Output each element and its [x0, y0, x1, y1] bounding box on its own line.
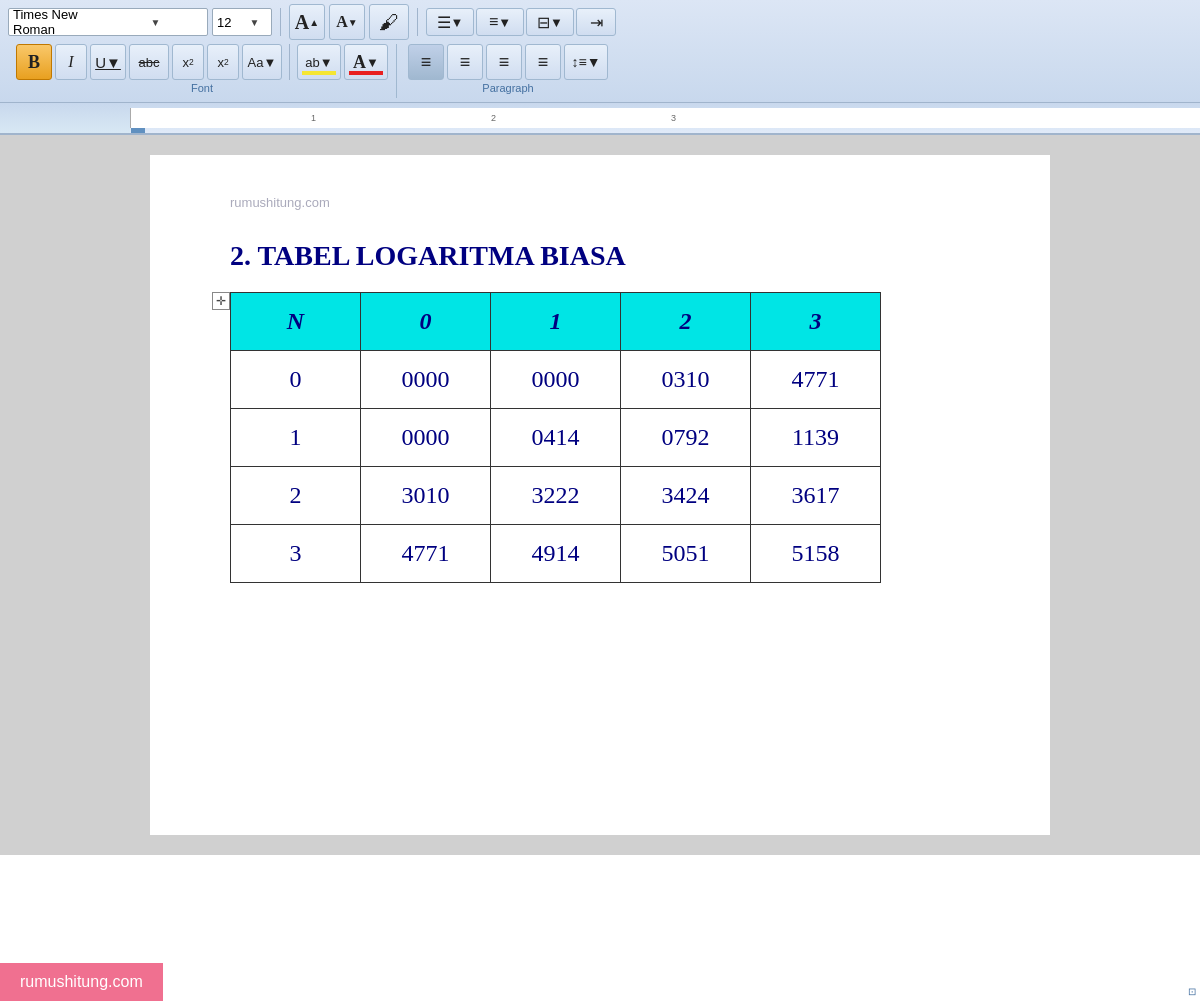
bold-button[interactable]: B [16, 44, 52, 80]
case-button[interactable]: Aa▼ [242, 44, 282, 80]
numbered-list-button[interactable]: ≡▼ [476, 8, 524, 36]
shrink-font-button[interactable]: A▼ [329, 4, 365, 40]
list-buttons: ☰▼ ≡▼ ⊟▼ ⇥ [426, 8, 616, 36]
ruler-body: 1 2 3 [130, 108, 1200, 128]
indent-right-button[interactable]: ⇥ [576, 8, 616, 36]
table-cell-r0-c2: 0000 [491, 351, 621, 409]
ruler-left-margin [0, 103, 130, 133]
table-cell-r2-c3: 3424 [621, 467, 751, 525]
table-cell-r0-c3: 0310 [621, 351, 751, 409]
strikethrough-icon: abc [139, 55, 160, 70]
case-icon: Aa [248, 55, 264, 70]
strikethrough-button[interactable]: abc [129, 44, 169, 80]
table-move-handle[interactable]: ✛ [212, 292, 230, 310]
document-title: 2. TABEL LOGARITMA BIASA [230, 240, 970, 272]
align-center-button[interactable]: ≡ [447, 44, 483, 80]
highlight-button[interactable]: ab ▼ [297, 44, 341, 80]
table-header-n: N [231, 293, 361, 351]
font-size-value: 12 [217, 15, 242, 30]
bold-icon: B [28, 52, 40, 73]
table-row: 00000000003104771 [231, 351, 881, 409]
font-section: B I U▼ abc x2 x2 Aa▼ [8, 44, 397, 98]
grow-font-icon: A [295, 11, 309, 34]
table-cell-r0-c1: 0000 [361, 351, 491, 409]
table-header-row: N 0 1 2 3 [231, 293, 881, 351]
table-cell-r1-c1: 0000 [361, 409, 491, 467]
align-right-icon: ≡ [499, 52, 510, 73]
table-cell-r3-c4: 5158 [751, 525, 881, 583]
table-cell-r3-c1: 4771 [361, 525, 491, 583]
table-cell-r2-c4: 3617 [751, 467, 881, 525]
sep-inner [289, 44, 290, 80]
paragraph-section: ≡ ≡ ≡ ≡ ↕≡▼ Paragraph [400, 44, 616, 98]
watermark-top: rumushitung.com [230, 195, 970, 210]
table-cell-r1-c3: 0792 [621, 409, 751, 467]
underline-button[interactable]: U▼ [90, 44, 126, 80]
table-row: 10000041407921139 [231, 409, 881, 467]
table-cell-r2-c0: 2 [231, 467, 361, 525]
line-spacing-button[interactable]: ↕≡▼ [564, 44, 608, 80]
align-center-icon: ≡ [460, 52, 471, 73]
underline-icon: U [95, 54, 106, 71]
table-header-3: 3 [751, 293, 881, 351]
font-name-select[interactable]: Times New Roman ▼ [8, 8, 208, 36]
multilevel-list-button[interactable]: ⊟▼ [526, 8, 574, 36]
table-header-0: 0 [361, 293, 491, 351]
table-container: ✛ N 0 1 2 3 0000000000310477110000041407… [230, 292, 881, 583]
table-cell-r1-c4: 1139 [751, 409, 881, 467]
logarithm-table: N 0 1 2 3 000000000031047711000004140792… [230, 292, 881, 583]
highlight-icon: ab [305, 55, 319, 70]
bullet-list-button[interactable]: ☰▼ [426, 8, 474, 36]
subscript-button[interactable]: x2 [172, 44, 204, 80]
align-left-button[interactable]: ≡ [408, 44, 444, 80]
paragraph-section-label: Paragraph [408, 80, 608, 98]
doc-page: rumushitung.com 2. TABEL LOGARITMA BIASA… [150, 155, 1050, 835]
ruler-mark-1: 1 [311, 113, 316, 123]
numbered-list-icon: ≡ [489, 13, 498, 31]
font-section-label: Font [16, 80, 388, 98]
font-size-select[interactable]: 12 ▼ [212, 8, 272, 36]
align-left-icon: ≡ [421, 52, 432, 73]
font-color-icon: A [353, 52, 366, 73]
ruler: 1 2 3 [0, 103, 1200, 135]
justify-button[interactable]: ≡ [525, 44, 561, 80]
separator-1 [280, 8, 281, 36]
bullet-list-icon: ☰ [437, 13, 451, 32]
multilevel-list-icon: ⊟ [537, 13, 550, 32]
ruler-mark-3: 3 [671, 113, 676, 123]
font-name-dropdown-arrow: ▼ [108, 11, 203, 33]
table-cell-r1-c2: 0414 [491, 409, 621, 467]
ruler-mark-2: 2 [491, 113, 496, 123]
italic-button[interactable]: I [55, 44, 87, 80]
clear-format-button[interactable]: 🖌 [369, 4, 409, 40]
justify-icon: ≡ [538, 52, 549, 73]
separator-2 [417, 8, 418, 36]
italic-icon: I [68, 53, 73, 71]
indent-right-icon: ⇥ [590, 13, 603, 32]
clear-format-icon: 🖌 [379, 11, 399, 34]
table-cell-r3-c2: 4914 [491, 525, 621, 583]
table-row: 23010322234243617 [231, 467, 881, 525]
table-cell-r3-c0: 3 [231, 525, 361, 583]
font-color-button[interactable]: A ▼ [344, 44, 388, 80]
table-cell-r0-c4: 4771 [751, 351, 881, 409]
grow-font-button[interactable]: A▲ [289, 4, 325, 40]
align-right-button[interactable]: ≡ [486, 44, 522, 80]
table-header-1: 1 [491, 293, 621, 351]
table-cell-r1-c0: 1 [231, 409, 361, 467]
shrink-font-icon: A [336, 13, 348, 31]
table-row: 34771491450515158 [231, 525, 881, 583]
table-cell-r2-c2: 3222 [491, 467, 621, 525]
font-size-dropdown-arrow: ▼ [242, 11, 267, 33]
toolbar: Times New Roman ▼ 12 ▼ A▲ A▼ 🖌 ☰▼ ≡▼ [0, 0, 1200, 103]
line-spacing-icon: ↕≡ [571, 54, 586, 70]
document-area: rumushitung.com 2. TABEL LOGARITMA BIASA… [0, 135, 1200, 855]
table-cell-r2-c1: 3010 [361, 467, 491, 525]
table-cell-r0-c0: 0 [231, 351, 361, 409]
superscript-button[interactable]: x2 [207, 44, 239, 80]
table-cell-r3-c3: 5051 [621, 525, 751, 583]
font-name-value: Times New Roman [13, 7, 108, 37]
table-header-2: 2 [621, 293, 751, 351]
